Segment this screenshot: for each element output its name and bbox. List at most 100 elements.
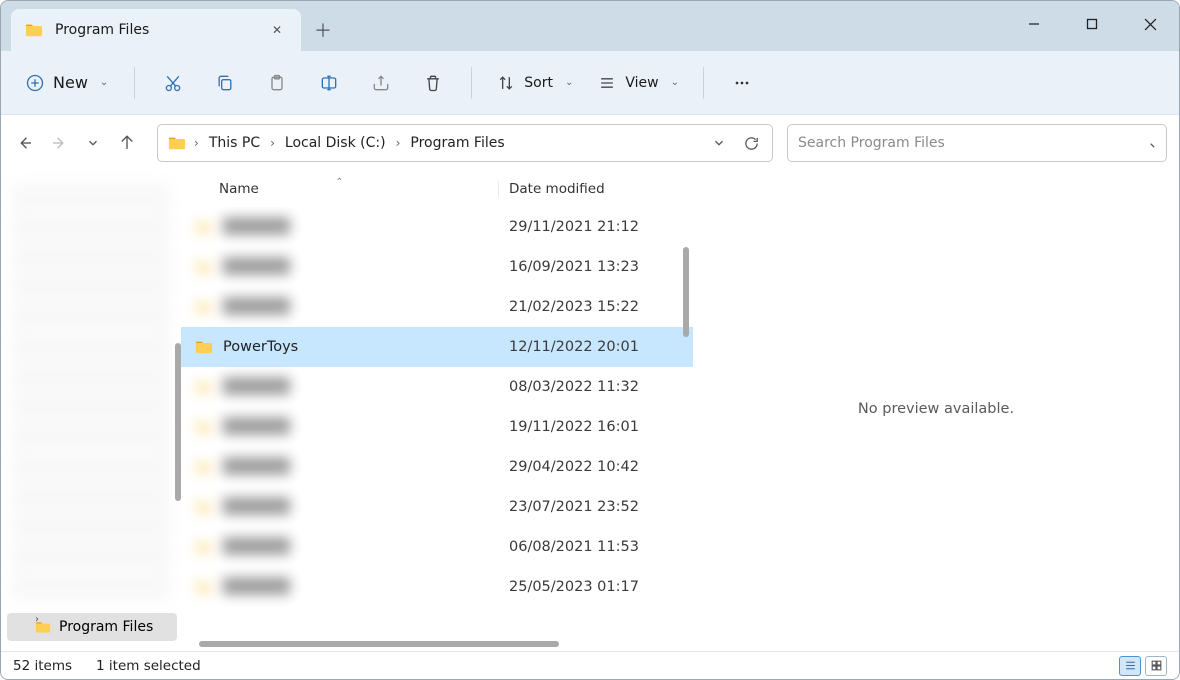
table-row[interactable]: ██████ 19/11/2022 16:01 (181, 407, 693, 447)
folder-icon (195, 579, 213, 595)
search-icon (1141, 134, 1156, 153)
column-header-name[interactable]: ⌃ Name (181, 181, 499, 197)
table-row[interactable]: ██████ 29/04/2022 10:42 (181, 447, 693, 487)
recent-locations-button[interactable] (77, 127, 109, 159)
maximize-button[interactable] (1063, 1, 1121, 47)
share-button[interactable] (357, 63, 405, 103)
address-bar[interactable]: › This PC › Local Disk (C:) › Program Fi… (157, 124, 773, 162)
table-row[interactable]: ██████25/05/2023 01:17 (181, 567, 693, 607)
chevron-down-icon: ⌄ (100, 77, 108, 88)
file-name: ██████ (223, 499, 290, 515)
breadcrumb-segment[interactable]: Local Disk (C:) (279, 131, 392, 155)
column-headers: ⌃ Name Date modified (181, 171, 693, 207)
table-row[interactable]: ██████ 21/02/2023 15:22 (181, 287, 693, 327)
titlebar: Program Files ✕ ＋ (1, 1, 1179, 51)
navpane-current-label: Program Files (59, 619, 153, 635)
folder-icon (168, 135, 186, 151)
new-button[interactable]: New ⌄ (13, 67, 120, 99)
copy-button[interactable] (201, 63, 249, 103)
file-rows: ██████29/11/2021 21:12██████16/09/2021 1… (181, 207, 693, 651)
folder-icon (195, 459, 213, 475)
table-row[interactable]: ██████ 08/03/2022 11:32 (181, 367, 693, 407)
horizontal-scrollbar[interactable] (199, 641, 559, 647)
sort-indicator-icon: ⌃ (335, 177, 343, 188)
content-area: › Program Files ⌃ Name Date modified ███… (1, 171, 1179, 651)
see-more-button[interactable] (718, 63, 766, 103)
table-row[interactable]: PowerToys12/11/2022 20:01 (181, 327, 693, 367)
file-date: 29/04/2022 10:42 (499, 459, 693, 475)
paste-button[interactable] (253, 63, 301, 103)
close-tab-button[interactable]: ✕ (267, 20, 287, 40)
sort-button[interactable]: Sort ⌄ (486, 67, 583, 99)
file-name: ██████ (223, 379, 290, 395)
rename-button[interactable] (305, 63, 353, 103)
search-input[interactable] (798, 135, 1131, 151)
folder-icon (195, 339, 213, 355)
toolbar: New ⌄ Sort ⌄ View ⌄ (1, 51, 1179, 115)
status-bar: 52 items 1 item selected (1, 651, 1179, 679)
file-list: ⌃ Name Date modified ██████29/11/2021 21… (181, 171, 693, 651)
folder-icon (195, 539, 213, 555)
tab-title: Program Files (55, 22, 255, 38)
item-count: 52 items (13, 658, 72, 674)
file-date: 23/07/2021 23:52 (499, 499, 693, 515)
window-controls (1005, 1, 1179, 47)
file-date: 08/03/2022 11:32 (499, 379, 693, 395)
nav-arrows (9, 127, 143, 159)
delete-button[interactable] (409, 63, 457, 103)
address-history-button[interactable] (704, 128, 734, 158)
new-button-label: New (53, 73, 88, 92)
forward-button[interactable] (43, 127, 75, 159)
cut-button[interactable] (149, 63, 197, 103)
view-button[interactable]: View ⌄ (587, 67, 689, 99)
new-tab-button[interactable]: ＋ (307, 14, 339, 46)
table-row[interactable]: ██████ 06/08/2021 11:53 (181, 527, 693, 567)
close-window-button[interactable] (1121, 1, 1179, 47)
table-row[interactable]: ██████29/11/2021 21:12 (181, 207, 693, 247)
folder-icon (195, 379, 213, 395)
navigation-row: › This PC › Local Disk (C:) › Program Fi… (1, 115, 1179, 171)
navpane-current-item[interactable]: › Program Files (7, 613, 177, 641)
breadcrumb-segment[interactable]: This PC (203, 131, 266, 155)
preview-pane: No preview available. (693, 171, 1179, 651)
file-name: ██████ (223, 459, 290, 475)
view-button-label: View (625, 75, 658, 91)
search-box[interactable] (787, 124, 1167, 162)
folder-icon (195, 259, 213, 275)
navigation-pane[interactable]: › Program Files (1, 171, 181, 651)
file-date: 21/02/2023 15:22 (499, 299, 693, 315)
chevron-right-icon: › (35, 614, 39, 625)
breadcrumb-segment[interactable]: Program Files (404, 131, 510, 155)
vertical-scrollbar[interactable] (683, 247, 689, 337)
file-name: ██████ (223, 299, 290, 315)
chevron-right-icon: › (192, 136, 201, 150)
up-button[interactable] (111, 127, 143, 159)
refresh-button[interactable] (736, 128, 766, 158)
sort-button-label: Sort (524, 75, 553, 91)
file-name: ██████ (223, 539, 290, 555)
active-tab[interactable]: Program Files ✕ (11, 9, 301, 51)
selection-count: 1 item selected (96, 658, 201, 674)
chevron-down-icon: ⌄ (671, 77, 679, 88)
file-name: PowerToys (223, 339, 298, 355)
file-date: 06/08/2021 11:53 (499, 539, 693, 555)
table-row[interactable]: ██████16/09/2021 13:23 (181, 247, 693, 287)
column-header-date[interactable]: Date modified (499, 181, 693, 197)
file-name: ██████ (223, 419, 290, 435)
folder-icon (195, 299, 213, 315)
details-view-button[interactable] (1119, 656, 1141, 676)
file-date: 16/09/2021 13:23 (499, 259, 693, 275)
folder-icon (195, 219, 213, 235)
thumbnails-view-button[interactable] (1145, 656, 1167, 676)
chevron-right-icon: › (394, 136, 403, 150)
preview-message: No preview available. (858, 401, 1014, 417)
folder-icon (195, 419, 213, 435)
file-date: 19/11/2022 16:01 (499, 419, 693, 435)
table-row[interactable]: ██████ 23/07/2021 23:52 (181, 487, 693, 527)
view-layout-toggle (1119, 656, 1167, 676)
folder-icon (195, 499, 213, 515)
chevron-right-icon: › (268, 136, 277, 150)
file-explorer-window: Program Files ✕ ＋ New ⌄ (0, 0, 1180, 680)
back-button[interactable] (9, 127, 41, 159)
minimize-button[interactable] (1005, 1, 1063, 47)
